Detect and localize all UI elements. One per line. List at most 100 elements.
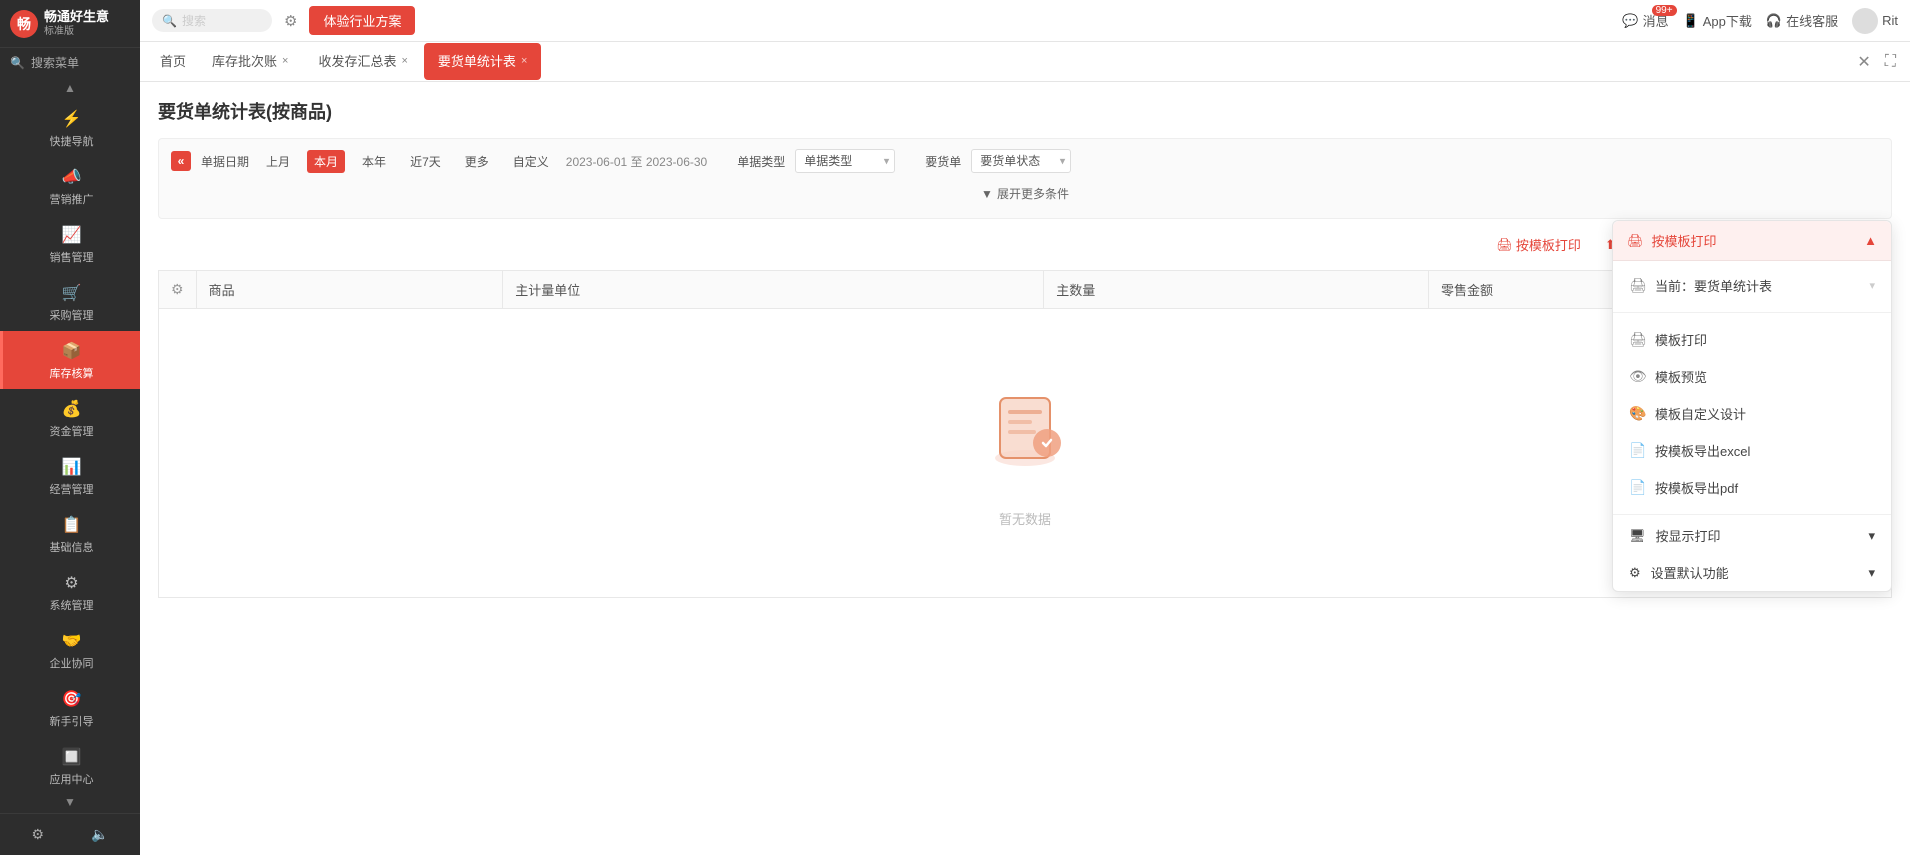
- tab-expand-btn[interactable]: ⛶: [1881, 51, 1900, 73]
- expand-more-label: 展开更多条件: [997, 185, 1069, 202]
- filter-bar: « 单据日期 上月 本月 本年 近7天 更多 自定义 2023-06-01 至 …: [158, 138, 1892, 219]
- dropdown-default-func[interactable]: ⚙ 设置默认功能 ▾: [1613, 554, 1891, 591]
- empty-text: 暂无数据: [999, 509, 1051, 528]
- sidebar-search[interactable]: 🔍 搜索菜单: [0, 48, 140, 77]
- sidebar-item-zijin[interactable]: 💰 资金管理: [0, 389, 140, 447]
- topbar-username: Rit: [1882, 13, 1898, 28]
- topbar-right: 💬 消息 99+ 📱 App下载 🎧 在线客服 Rit: [1622, 8, 1898, 34]
- dropdown-item-template-pdf[interactable]: 📄 按模板导出pdf: [1613, 469, 1891, 506]
- default-func-arrow: ▾: [1868, 565, 1875, 581]
- nav-icon-jichu: 📋: [62, 515, 82, 535]
- topbar-messages[interactable]: 💬 消息 99+: [1622, 11, 1668, 30]
- sidebar-item-jingying[interactable]: 📊 经营管理: [0, 447, 140, 505]
- filter-yaohuo-select[interactable]: 要货单状态: [971, 149, 1071, 173]
- expand-more-btn[interactable]: ▼ 展开更多条件: [971, 179, 1079, 208]
- nav-icon-xiaoshou: 📈: [62, 225, 82, 245]
- default-func-label: 设置默认功能: [1651, 563, 1729, 582]
- template-preview-icon: 👁: [1629, 368, 1645, 385]
- sidebar-speaker-btn[interactable]: 🔈: [87, 822, 112, 847]
- dropdown-item-template-preview[interactable]: 👁 模板预览: [1613, 358, 1891, 395]
- app-name: 畅通好生意: [44, 9, 109, 26]
- sidebar-scroll-down[interactable]: ▼: [0, 791, 140, 813]
- topbar-settings-icon[interactable]: ⚙: [284, 12, 297, 30]
- topbar-online-service[interactable]: 🎧 在线客服: [1766, 11, 1838, 30]
- dropdown-current-label: 当前：要货单统计表: [1655, 276, 1772, 295]
- template-design-label: 模板自定义设计: [1655, 404, 1746, 423]
- dropdown-current-item[interactable]: 🖨 当前：要货单统计表 ▾: [1613, 267, 1891, 304]
- sidebar-item-xitong[interactable]: ⚙ 系统管理: [0, 563, 140, 621]
- filter-yaohuo-select-wrapper[interactable]: 要货单状态: [971, 149, 1071, 173]
- tab-kucun-pizhang[interactable]: 库存批次账 ×: [198, 43, 302, 80]
- filter-type-select-wrapper[interactable]: 单据类型: [795, 149, 895, 173]
- print-btn[interactable]: 🖨 按模板打印: [1488, 231, 1589, 258]
- nav-label-yingxiao: 营销推广: [50, 191, 94, 207]
- template-print-label: 模板打印: [1655, 330, 1707, 349]
- date-btn-this-year[interactable]: 本年: [355, 150, 393, 173]
- app-download-icon: 📱: [1683, 13, 1699, 29]
- tab-kucun-pizhang-label: 库存批次账: [212, 51, 277, 70]
- date-btn-more[interactable]: 更多: [458, 150, 496, 173]
- topbar-industry-btn[interactable]: 体验行业方案: [309, 6, 415, 35]
- tab-shoufahu-close[interactable]: ×: [401, 55, 407, 67]
- dropdown-item-template-design[interactable]: 🎨 模板自定义设计: [1613, 395, 1891, 432]
- nav-label-kuaijie: 快捷导航: [50, 133, 94, 149]
- date-btn-7days[interactable]: 近7天: [403, 150, 448, 173]
- sidebar-item-caigou[interactable]: 🛒 采购管理: [0, 273, 140, 331]
- date-range-text: 2023-06-01 至 2023-06-30: [566, 153, 707, 170]
- tab-home[interactable]: 首页: [150, 43, 196, 80]
- date-btn-custom[interactable]: 自定义: [506, 150, 556, 173]
- sidebar-item-xiaoshou[interactable]: 📈 销售管理: [0, 215, 140, 273]
- dropdown-divider-1: [1613, 312, 1891, 313]
- sidebar-item-kuaijie[interactable]: ⚡ 快捷导航: [0, 99, 140, 157]
- display-print-icon: 🖥: [1629, 528, 1646, 544]
- dropdown-header-left: 🖨 按模板打印: [1627, 231, 1717, 250]
- online-service-icon: 🎧: [1766, 13, 1782, 29]
- tab-shoufahu-zongbiao[interactable]: 收发存汇总表 ×: [304, 43, 421, 80]
- print-btn-label: 按模板打印: [1516, 235, 1581, 254]
- dropdown-item-template-excel[interactable]: 📄 按模板导出excel: [1613, 432, 1891, 469]
- default-func-icon: ⚙: [1629, 565, 1641, 581]
- tab-yaohuo-close[interactable]: ×: [521, 55, 527, 67]
- tab-bar: 首页 库存批次账 × 收发存汇总表 × 要货单统计表 × ✕ ⛶: [140, 42, 1910, 82]
- topbar-online-service-label: 在线客服: [1786, 11, 1838, 30]
- date-btn-last-month[interactable]: 上月: [259, 150, 297, 173]
- sidebar-item-yingxiao[interactable]: 📣 营销推广: [0, 157, 140, 215]
- filter-collapse-icon[interactable]: «: [171, 151, 191, 171]
- dropdown-header-right[interactable]: ▲: [1864, 233, 1877, 248]
- nav-icon-xinshou: 🎯: [62, 689, 82, 709]
- sidebar-settings-btn[interactable]: ⚙: [28, 822, 49, 847]
- date-btn-this-month[interactable]: 本月: [307, 150, 345, 173]
- dropdown-print-icon: 🖨: [1627, 233, 1644, 249]
- dropdown-header: 🖨 按模板打印 ▲: [1613, 221, 1891, 261]
- topbar-search-box[interactable]: 🔍 搜索: [152, 9, 272, 32]
- message-icon: 💬: [1622, 13, 1638, 29]
- tab-kucun-pizhang-close[interactable]: ×: [282, 55, 288, 67]
- nav-label-zijin: 资金管理: [50, 423, 94, 439]
- topbar-messages-badge: 99+: [1652, 5, 1677, 16]
- template-preview-label: 模板预览: [1655, 367, 1707, 386]
- sidebar-item-xinshou[interactable]: 🎯 新手引导: [0, 679, 140, 737]
- main-area: 🔍 搜索 ⚙ 体验行业方案 💬 消息 99+ 📱 App下载 🎧 在线客服 Ri…: [140, 0, 1910, 855]
- sidebar-item-jichu[interactable]: 📋 基础信息: [0, 505, 140, 563]
- filter-type-select[interactable]: 单据类型: [795, 149, 895, 173]
- nav-label-xinshou: 新手引导: [50, 713, 94, 729]
- dropdown-display-print[interactable]: 🖥 按显示打印 ▾: [1613, 517, 1891, 554]
- topbar-user[interactable]: Rit: [1852, 8, 1898, 34]
- sidebar-item-kucun[interactable]: 📦 库存核算: [0, 331, 140, 389]
- tab-yaohuo-tongji[interactable]: 要货单统计表 ×: [424, 43, 541, 80]
- table-settings-icon[interactable]: ⚙: [171, 281, 184, 297]
- dropdown-item-template-print[interactable]: 🖨 模板打印: [1613, 321, 1891, 358]
- topbar-app-download[interactable]: 📱 App下载: [1683, 11, 1752, 30]
- tab-close-all-btn[interactable]: ✕: [1853, 50, 1874, 74]
- col-header-unit: 主计量单位: [503, 271, 1044, 309]
- nav-label-qiye: 企业协同: [50, 655, 94, 671]
- nav-label-jingying: 经营管理: [50, 481, 94, 497]
- sidebar-item-qiye[interactable]: 🤝 企业协同: [0, 621, 140, 679]
- dropdown-section-items: 🖨 模板打印 👁 模板预览 🎨 模板自定义设计 📄 按模板导出excel 📄: [1613, 315, 1891, 512]
- sidebar-scroll-up[interactable]: ▲: [0, 77, 140, 99]
- template-print-icon: 🖨: [1629, 331, 1645, 348]
- sidebar-search-label: 搜索菜单: [31, 54, 79, 71]
- dropdown-divider-2: [1613, 514, 1891, 515]
- template-excel-label: 按模板导出excel: [1655, 441, 1750, 460]
- sidebar-item-yingyong[interactable]: 🔲 应用中心: [0, 737, 140, 791]
